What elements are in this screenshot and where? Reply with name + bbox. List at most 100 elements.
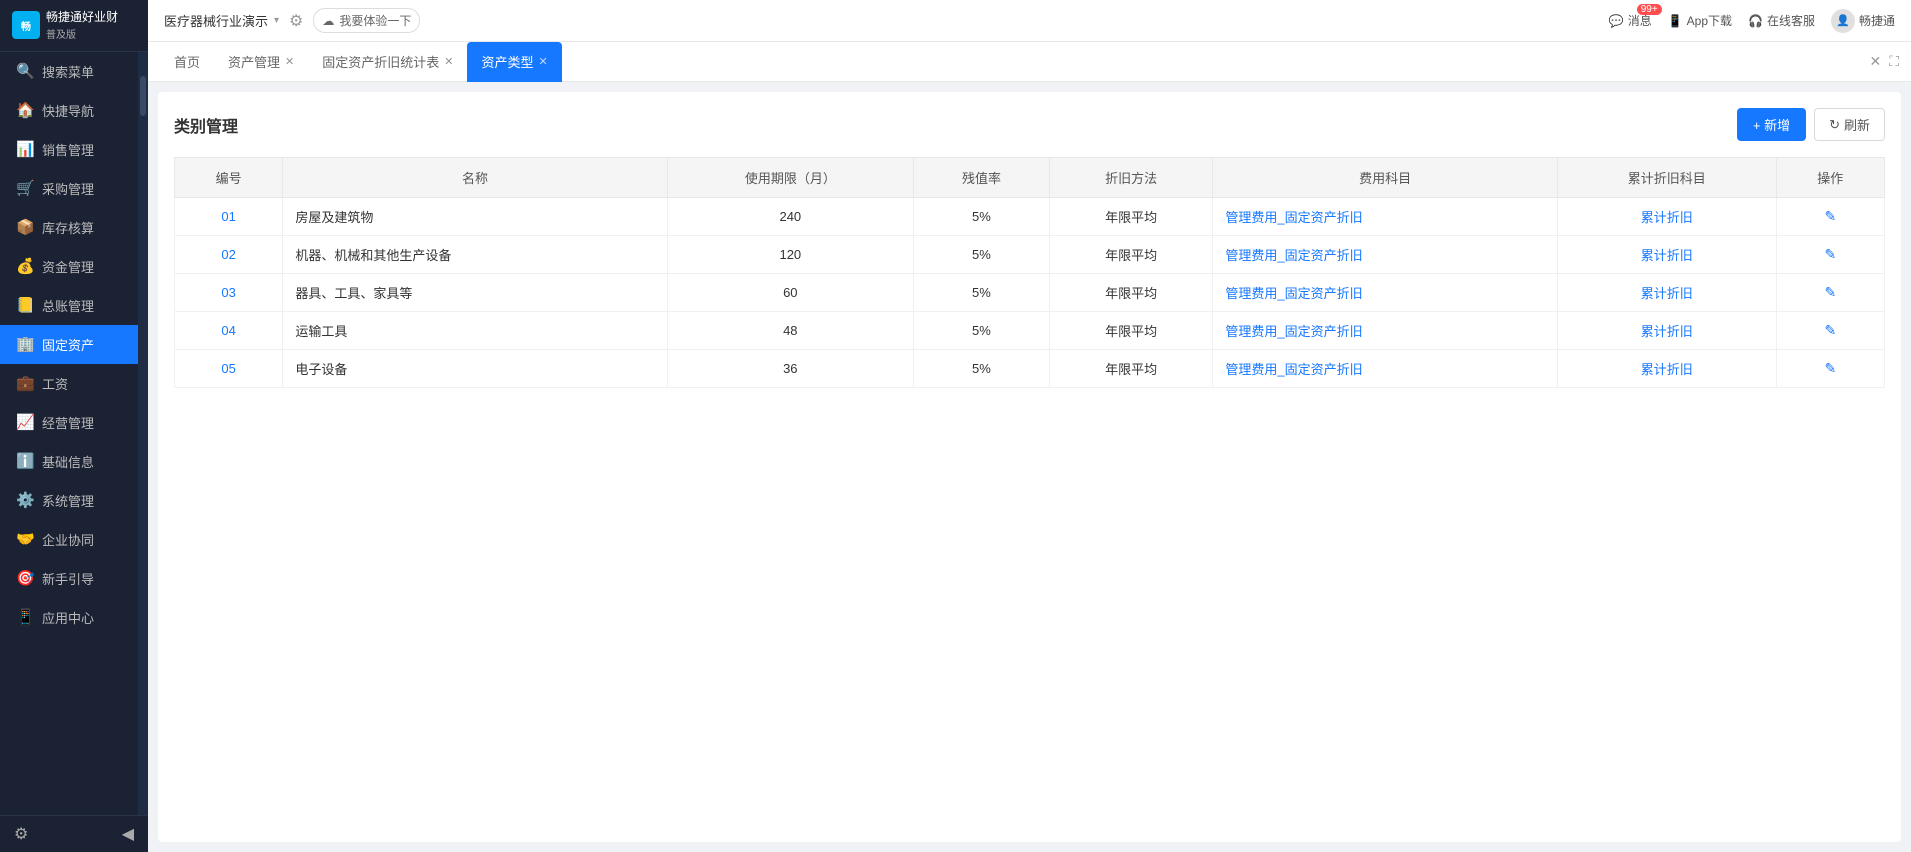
header-settings-icon[interactable]: ⚙ [289, 11, 303, 31]
cell-action[interactable]: ✎ [1776, 198, 1884, 236]
content-area: 类别管理 + 新增 ↻ 刷新 编号名称使用期限（月）残值率折旧方法费用科目累计折… [158, 92, 1901, 842]
sidebar-label-purchase: 采购管理 [42, 179, 94, 198]
sidebar-item-salary[interactable]: 💼 工资 [0, 364, 138, 403]
sidebar-item-app-center[interactable]: 📱 应用中心 [0, 598, 138, 637]
sidebar-scrollbar[interactable] [138, 52, 148, 815]
sidebar-title: 畅捷通好业财 [46, 10, 118, 26]
edit-icon[interactable]: ✎ [1824, 284, 1836, 300]
sidebar-item-system[interactable]: ⚙️ 系统管理 [0, 481, 138, 520]
sidebar-item-search[interactable]: 🔍 搜索菜单 [0, 52, 138, 91]
table-header-row: 编号名称使用期限（月）残值率折旧方法费用科目累计折旧科目操作 [175, 158, 1885, 198]
sidebar-icon-purchase: 🛒 [16, 179, 34, 197]
cell-depr-method: 年限平均 [1049, 274, 1213, 312]
edit-icon[interactable]: ✎ [1824, 360, 1836, 376]
main-area: 医疗器械行业演示 ▾ ⚙ ☁ 我要体验一下 💬 消息 99+ 📱 App下载 🎧… [148, 0, 1911, 852]
edit-icon[interactable]: ✎ [1824, 208, 1836, 224]
sidebar-icon-guide: 🎯 [16, 569, 34, 587]
sidebar-icon-ledger: 📒 [16, 296, 34, 314]
sidebar-nav: 🔍 搜索菜单 🏠 快捷导航 📊 销售管理 🛒 采购管理 📦 库存核算 💰 资金管… [0, 52, 138, 815]
page-title: 类别管理 [174, 113, 238, 137]
sidebar-item-purchase[interactable]: 🛒 采购管理 [0, 169, 138, 208]
tab-home[interactable]: 首页 [160, 42, 214, 82]
cell-accum: 累计折旧 [1557, 274, 1776, 312]
refresh-button[interactable]: ↻ 刷新 [1814, 108, 1885, 141]
sidebar-item-basic-info[interactable]: ℹ️ 基础信息 [0, 442, 138, 481]
cell-residual: 5% [913, 236, 1049, 274]
cell-period: 60 [667, 274, 913, 312]
message-item[interactable]: 💬 消息 99+ [1609, 12, 1652, 29]
sidebar-label-enterprise: 企业协同 [42, 530, 94, 549]
sidebar-subtitle: 普及版 [46, 26, 118, 41]
edit-icon[interactable]: ✎ [1824, 246, 1836, 262]
cell-residual: 5% [913, 312, 1049, 350]
settings-icon[interactable]: ⚙ [14, 824, 28, 844]
collapse-icon[interactable]: ◀ [122, 824, 134, 844]
sidebar-item-fixed-assets[interactable]: 🏢 固定资产 [0, 325, 138, 364]
window-controls: ✕ ⛶ [1869, 53, 1899, 70]
service-label: 在线客服 [1767, 12, 1815, 29]
experience-label: 我要体验一下 [339, 12, 411, 29]
cell-residual: 5% [913, 350, 1049, 388]
cell-code: 05 [175, 350, 283, 388]
tabs-bar: 首页资产管理✕固定资产折旧统计表✕ 资产类型 ✕ ✕ ⛶ [148, 42, 1911, 82]
sidebar-item-capital[interactable]: 💰 资金管理 [0, 247, 138, 286]
sidebar-icon-fixed-assets: 🏢 [16, 335, 34, 353]
sidebar-label-app-center: 应用中心 [42, 608, 94, 627]
cell-name: 器具、工具、家具等 [283, 274, 667, 312]
header-right: 💬 消息 99+ 📱 App下载 🎧 在线客服 👤 畅捷通 [1609, 9, 1895, 33]
sidebar-label-ledger: 总账管理 [42, 296, 94, 315]
online-service-item[interactable]: 🎧 在线客服 [1748, 12, 1815, 29]
refresh-label: 刷新 [1844, 115, 1870, 134]
sidebar-icon-capital: 💰 [16, 257, 34, 275]
cell-depr-method: 年限平均 [1049, 236, 1213, 274]
cell-action[interactable]: ✎ [1776, 274, 1884, 312]
tab-close-fixed-asset-depr[interactable]: ✕ [444, 55, 453, 68]
sidebar-icon-operations: 📈 [16, 413, 34, 431]
company-selector[interactable]: 医疗器械行业演示 ▾ [164, 11, 279, 30]
app-download-item[interactable]: 📱 App下载 [1668, 12, 1732, 29]
cell-action[interactable]: ✎ [1776, 312, 1884, 350]
col-操作: 操作 [1776, 158, 1884, 198]
cell-code: 01 [175, 198, 283, 236]
tab-label-asset-type: 资产类型 [481, 52, 533, 71]
cell-period: 48 [667, 312, 913, 350]
message-icon: 💬 [1609, 14, 1624, 28]
cell-code: 03 [175, 274, 283, 312]
sidebar-item-ledger[interactable]: 📒 总账管理 [0, 286, 138, 325]
tab-asset-mgmt[interactable]: 资产管理✕ [214, 42, 308, 82]
cell-code: 04 [175, 312, 283, 350]
col-编号: 编号 [175, 158, 283, 198]
sidebar-item-enterprise[interactable]: 🤝 企业协同 [0, 520, 138, 559]
edit-icon[interactable]: ✎ [1824, 322, 1836, 338]
sidebar-item-operations[interactable]: 📈 经营管理 [0, 403, 138, 442]
maximize-window-icon[interactable]: ⛶ [1889, 53, 1899, 70]
sidebar-icon-search: 🔍 [16, 62, 34, 80]
refresh-icon: ↻ [1829, 117, 1840, 133]
table-row: 02机器、机械和其他生产设备1205%年限平均管理费用_固定资产折旧累计折旧✎ [175, 236, 1885, 274]
cell-action[interactable]: ✎ [1776, 236, 1884, 274]
top-header: 医疗器械行业演示 ▾ ⚙ ☁ 我要体验一下 💬 消息 99+ 📱 App下载 🎧… [148, 0, 1911, 42]
sidebar-footer: ⚙ ◀ [0, 815, 148, 852]
experience-button[interactable]: ☁ 我要体验一下 [313, 8, 420, 33]
sidebar-label-quick-nav: 快捷导航 [42, 101, 94, 120]
user-item[interactable]: 👤 畅捷通 [1831, 9, 1895, 33]
sidebar-item-guide[interactable]: 🎯 新手引导 [0, 559, 138, 598]
message-badge: 99+ [1637, 4, 1662, 15]
tab-fixed-asset-depr[interactable]: 固定资产折旧统计表✕ [308, 42, 467, 82]
tab-close-asset-type[interactable]: ✕ [539, 55, 548, 68]
new-button[interactable]: + 新增 [1737, 108, 1806, 141]
cell-name: 运输工具 [283, 312, 667, 350]
col-累计折旧科目: 累计折旧科目 [1557, 158, 1776, 198]
tab-close-asset-mgmt[interactable]: ✕ [285, 55, 294, 68]
chevron-down-icon: ▾ [274, 15, 279, 26]
sidebar-item-sales[interactable]: 📊 销售管理 [0, 130, 138, 169]
sidebar-item-inventory[interactable]: 📦 库存核算 [0, 208, 138, 247]
sidebar-item-quick-nav[interactable]: 🏠 快捷导航 [0, 91, 138, 130]
sidebar-icon-quick-nav: 🏠 [16, 101, 34, 119]
table-body: 01房屋及建筑物2405%年限平均管理费用_固定资产折旧累计折旧✎02机器、机械… [175, 198, 1885, 388]
cell-action[interactable]: ✎ [1776, 350, 1884, 388]
close-window-icon[interactable]: ✕ [1869, 53, 1881, 70]
tab-asset-type[interactable]: 资产类型 ✕ [467, 42, 561, 82]
sidebar-label-inventory: 库存核算 [42, 218, 94, 237]
cell-depr-method: 年限平均 [1049, 312, 1213, 350]
